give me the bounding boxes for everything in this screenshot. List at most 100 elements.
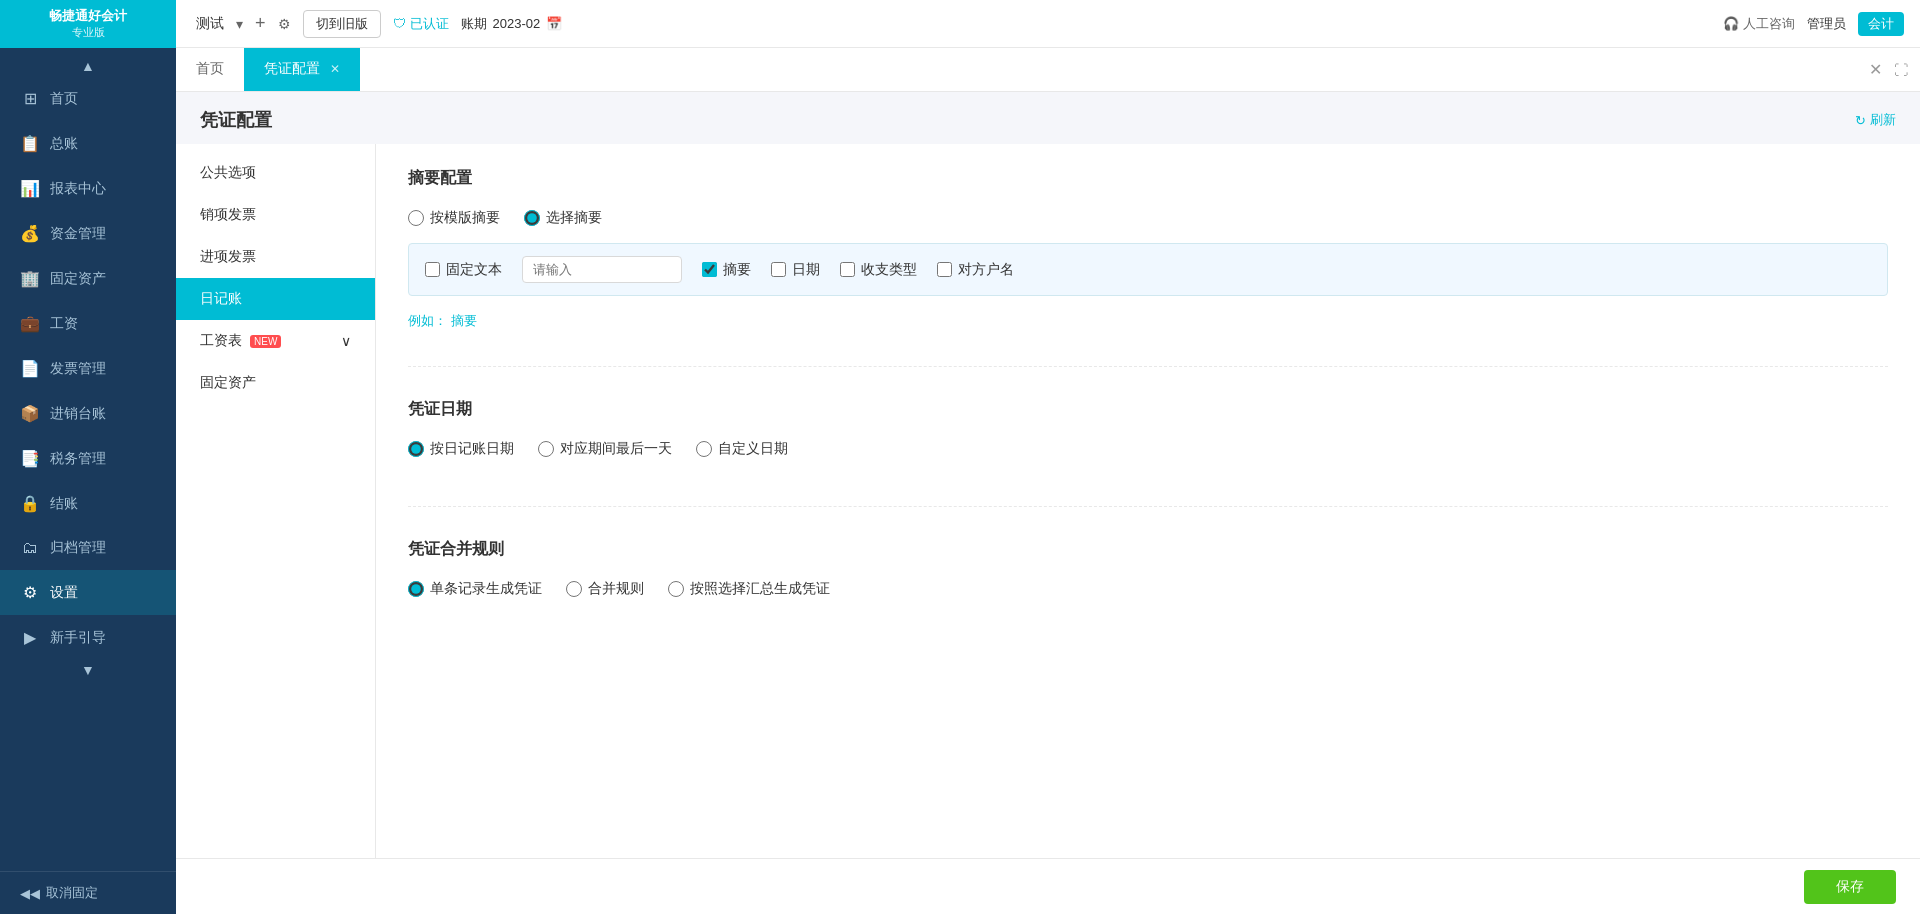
checkbox-pay-type[interactable]: 收支类型 <box>840 261 917 279</box>
section-merge: 凭证合并规则 单条记录生成凭证 合并规则 按照选择汇总生成凭证 <box>408 539 1888 646</box>
funds-icon: 💰 <box>20 224 40 243</box>
new-badge: NEW <box>250 335 281 348</box>
invoice-icon: 📄 <box>20 359 40 378</box>
radio-select-merge[interactable]: 按照选择汇总生成凭证 <box>668 580 830 598</box>
cancel-pin-button[interactable]: ◀◀ 取消固定 <box>0 871 176 914</box>
settings-icon: ⚙ <box>20 583 40 602</box>
shield-icon: 🛡 <box>393 16 406 31</box>
tab-voucher-config[interactable]: 凭证配置 ✕ <box>244 48 360 91</box>
sidebar-item-home[interactable]: ⊞ 首页 <box>0 76 176 121</box>
accountant-button[interactable]: 会计 <box>1858 12 1904 36</box>
assets-icon: 🏢 <box>20 269 40 288</box>
sidebar-item-archive[interactable]: 🗂 归档管理 <box>0 526 176 570</box>
main-area: 首页 凭证配置 ✕ ✕ ⛶ 凭证配置 ↻ 刷新 公 <box>176 48 1920 914</box>
radio-single[interactable]: 单条记录生成凭证 <box>408 580 542 598</box>
help-button[interactable]: 🎧 人工咨询 <box>1723 15 1795 33</box>
checkbox-abstract[interactable]: 摘要 <box>702 261 751 279</box>
checkbox-counterpart-input[interactable] <box>937 262 952 277</box>
checkbox-pay-type-input[interactable] <box>840 262 855 277</box>
radio-template-summary[interactable]: 按模版摘要 <box>408 209 500 227</box>
summary-radio-group: 按模版摘要 选择摘要 <box>408 209 1888 227</box>
window-close-icon[interactable]: ✕ <box>1869 60 1882 79</box>
expand-icon: ∨ <box>341 333 351 349</box>
checkbox-counterpart[interactable]: 对方户名 <box>937 261 1014 279</box>
date-radio-group: 按日记账日期 对应期间最后一天 自定义日期 <box>408 440 1888 458</box>
sidebar-item-reports[interactable]: 📊 报表中心 <box>0 166 176 211</box>
scroll-down-arrow[interactable]: ▼ <box>0 660 176 680</box>
radio-merge-rule[interactable]: 合并规则 <box>566 580 644 598</box>
section-date-title: 凭证日期 <box>408 399 1888 420</box>
sidebar-item-settings[interactable]: ⚙ 设置 <box>0 570 176 615</box>
radio-diary-date-input[interactable] <box>408 441 424 457</box>
tax-icon: 📑 <box>20 449 40 468</box>
chevron-down-icon[interactable]: ▾ <box>236 16 243 32</box>
logo-main: 畅捷通好会计 <box>49 7 127 25</box>
sidebar-item-salary[interactable]: 💼 工资 <box>0 301 176 346</box>
nav-item-payroll[interactable]: 工资表 NEW ∨ <box>176 320 375 362</box>
admin-label: 管理员 <box>1807 15 1846 33</box>
bottom-bar: 保存 <box>176 858 1920 914</box>
add-icon[interactable]: + <box>255 13 266 34</box>
nav-item-purchase-invoice[interactable]: 进项发票 <box>176 236 375 278</box>
sidebar-item-guide[interactable]: ▶ 新手引导 <box>0 615 176 660</box>
sidebar-item-invoice[interactable]: 📄 发票管理 <box>0 346 176 391</box>
radio-last-day[interactable]: 对应期间最后一天 <box>538 440 672 458</box>
radio-single-input[interactable] <box>408 581 424 597</box>
page-title: 凭证配置 <box>200 108 272 132</box>
gear-icon[interactable]: ⚙ <box>278 16 291 32</box>
nav-item-diary[interactable]: 日记账 <box>176 278 375 320</box>
calendar-icon[interactable]: 📅 <box>546 16 562 31</box>
radio-template-input[interactable] <box>408 210 424 226</box>
refresh-button[interactable]: ↻ 刷新 <box>1855 111 1896 129</box>
checkbox-date-input[interactable] <box>771 262 786 277</box>
checkbox-date[interactable]: 日期 <box>771 261 820 279</box>
merge-radio-group: 单条记录生成凭证 合并规则 按照选择汇总生成凭证 <box>408 580 1888 598</box>
reports-icon: 📊 <box>20 179 40 198</box>
fixed-text-input[interactable] <box>522 256 682 283</box>
radio-select-input[interactable] <box>524 210 540 226</box>
example-text: 例如： 摘要 <box>408 308 1888 334</box>
ledger-icon: 📋 <box>20 134 40 153</box>
nav-item-public[interactable]: 公共选项 <box>176 152 375 194</box>
checkbox-abstract-input[interactable] <box>702 262 717 277</box>
section-date: 凭证日期 按日记账日期 对应期间最后一天 自定义日期 <box>408 399 1888 507</box>
sidebar-item-sales[interactable]: 📦 进销台账 <box>0 391 176 436</box>
sidebar-item-ledger[interactable]: 📋 总账 <box>0 121 176 166</box>
home-icon: ⊞ <box>20 89 40 108</box>
window-expand-icon[interactable]: ⛶ <box>1894 62 1908 78</box>
radio-merge-rule-input[interactable] <box>566 581 582 597</box>
left-nav: 公共选项 销项发票 进项发票 日记账 工资表 NEW ∨ <box>176 144 376 858</box>
radio-last-day-input[interactable] <box>538 441 554 457</box>
tab-home[interactable]: 首页 <box>176 48 244 91</box>
section-summary-title: 摘要配置 <box>408 168 1888 189</box>
period-info: 账期 2023-02 📅 <box>461 15 563 33</box>
switch-old-version-button[interactable]: 切到旧版 <box>303 10 381 38</box>
tab-close-icon[interactable]: ✕ <box>330 62 340 76</box>
sales-icon: 📦 <box>20 404 40 423</box>
summary-checkbox-row: 固定文本 摘要 日期 收支类型 <box>408 243 1888 296</box>
sidebar-item-funds[interactable]: 💰 资金管理 <box>0 211 176 256</box>
nav-item-sales-invoice[interactable]: 销项发票 <box>176 194 375 236</box>
sidebar-item-assets[interactable]: 🏢 固定资产 <box>0 256 176 301</box>
scroll-up-arrow[interactable]: ▲ <box>0 56 176 76</box>
save-button[interactable]: 保存 <box>1804 870 1896 904</box>
checkbox-fixed-text[interactable]: 固定文本 <box>425 261 502 279</box>
radio-custom-date[interactable]: 自定义日期 <box>696 440 788 458</box>
sidebar-item-tax[interactable]: 📑 税务管理 <box>0 436 176 481</box>
certified-status: 🛡 已认证 <box>393 15 449 33</box>
inner-layout: 公共选项 销项发票 进项发票 日记账 工资表 NEW ∨ <box>176 144 1920 858</box>
pin-icon: ◀◀ <box>20 886 40 901</box>
refresh-icon: ↻ <box>1855 113 1866 128</box>
radio-custom-date-input[interactable] <box>696 441 712 457</box>
checkbox-fixed-text-input[interactable] <box>425 262 440 277</box>
radio-diary-date[interactable]: 按日记账日期 <box>408 440 514 458</box>
archive-icon: 🗂 <box>20 539 40 557</box>
section-merge-title: 凭证合并规则 <box>408 539 1888 560</box>
radio-select-merge-input[interactable] <box>668 581 684 597</box>
sidebar-item-close[interactable]: 🔒 结账 <box>0 481 176 526</box>
right-content: 摘要配置 按模版摘要 选择摘要 <box>376 144 1920 858</box>
radio-select-summary[interactable]: 选择摘要 <box>524 209 602 227</box>
salary-icon: 💼 <box>20 314 40 333</box>
nav-item-fixed-assets[interactable]: 固定资产 <box>176 362 375 404</box>
headset-icon: 🎧 <box>1723 16 1739 31</box>
